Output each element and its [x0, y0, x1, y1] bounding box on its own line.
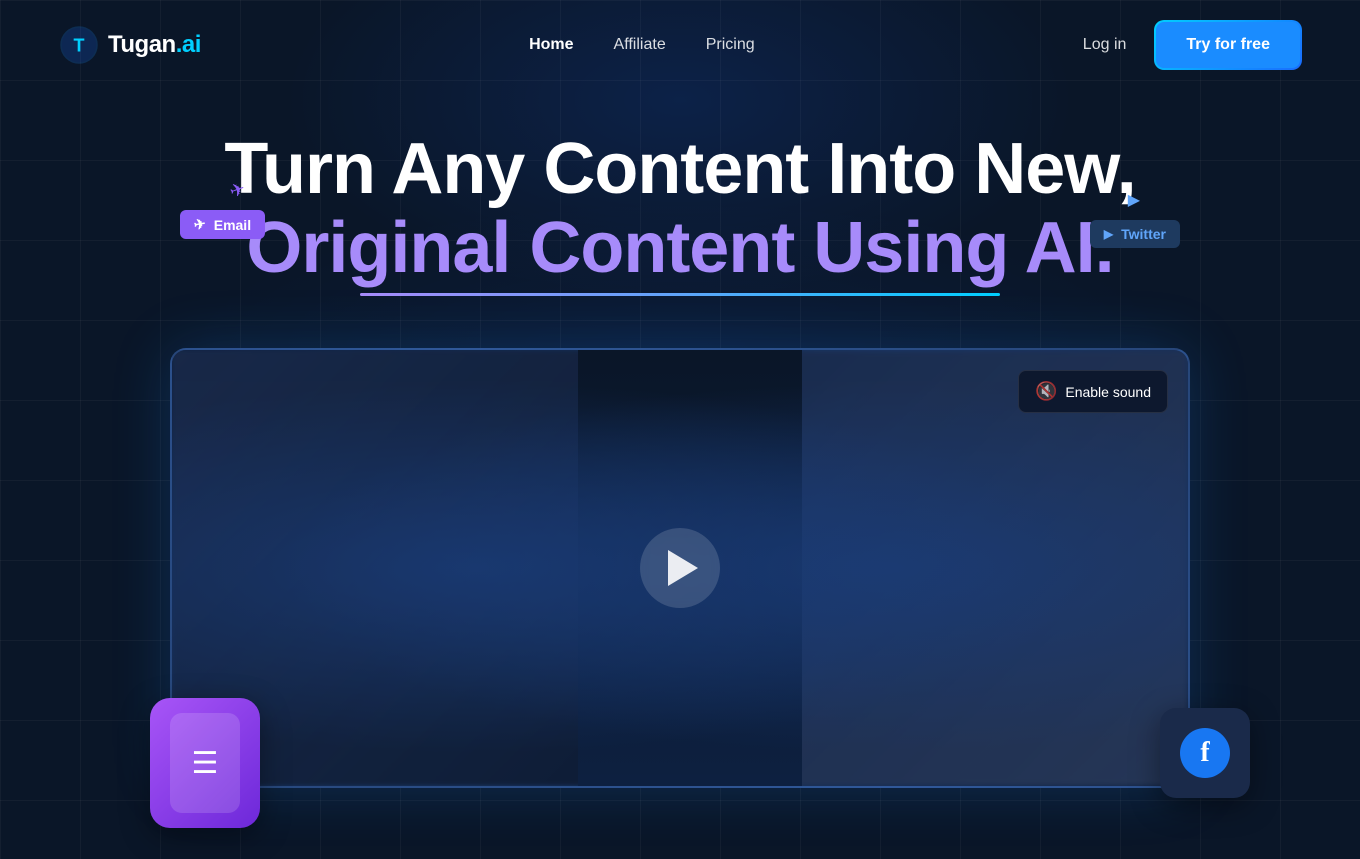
phone-icon: ☰	[192, 746, 219, 781]
video-wrapper: 🔇 Enable sound f ☰	[170, 348, 1190, 788]
logo[interactable]: T Tugan.ai	[60, 26, 201, 64]
email-badge-label: Email	[214, 217, 251, 233]
play-icon	[668, 550, 698, 586]
video-container: 🔇 Enable sound	[170, 348, 1190, 788]
nav-pricing[interactable]: Pricing	[706, 36, 755, 53]
svg-text:T: T	[74, 36, 85, 56]
login-button[interactable]: Log in	[1083, 36, 1127, 54]
logo-text: Tugan.ai	[108, 31, 201, 59]
navbar: T Tugan.ai Home Affiliate Pricing Log in…	[0, 0, 1360, 90]
twitter-arrow-icon: ▶	[1128, 190, 1140, 210]
facebook-card: f	[1160, 708, 1250, 798]
enable-sound-button[interactable]: 🔇 Enable sound	[1018, 370, 1168, 413]
logo-icon: T	[60, 26, 98, 64]
nav-right: Log in Try for free	[1083, 22, 1300, 68]
twitter-badge-label: Twitter	[1121, 226, 1166, 242]
hero-heading-line1: Turn Any Content Into New,	[224, 129, 1135, 209]
nav-affiliate[interactable]: Affiliate	[614, 36, 666, 53]
nav-links: Home Affiliate Pricing	[529, 36, 755, 54]
mute-icon: 🔇	[1035, 381, 1057, 402]
facebook-icon: f	[1180, 728, 1230, 778]
email-badge: Email	[180, 210, 265, 239]
try-free-button[interactable]: Try for free	[1156, 22, 1300, 68]
hero-heading-line2: Original Content Using AI.	[246, 208, 1113, 288]
nav-home[interactable]: Home	[529, 36, 573, 53]
enable-sound-label: Enable sound	[1065, 384, 1151, 400]
twitter-badge: Twitter	[1090, 220, 1180, 248]
hero-section: Turn Any Content Into New, Original Cont…	[0, 90, 1360, 288]
phone-inner: ☰	[170, 713, 240, 813]
phone-card: ☰	[150, 698, 260, 828]
play-button[interactable]	[640, 528, 720, 608]
